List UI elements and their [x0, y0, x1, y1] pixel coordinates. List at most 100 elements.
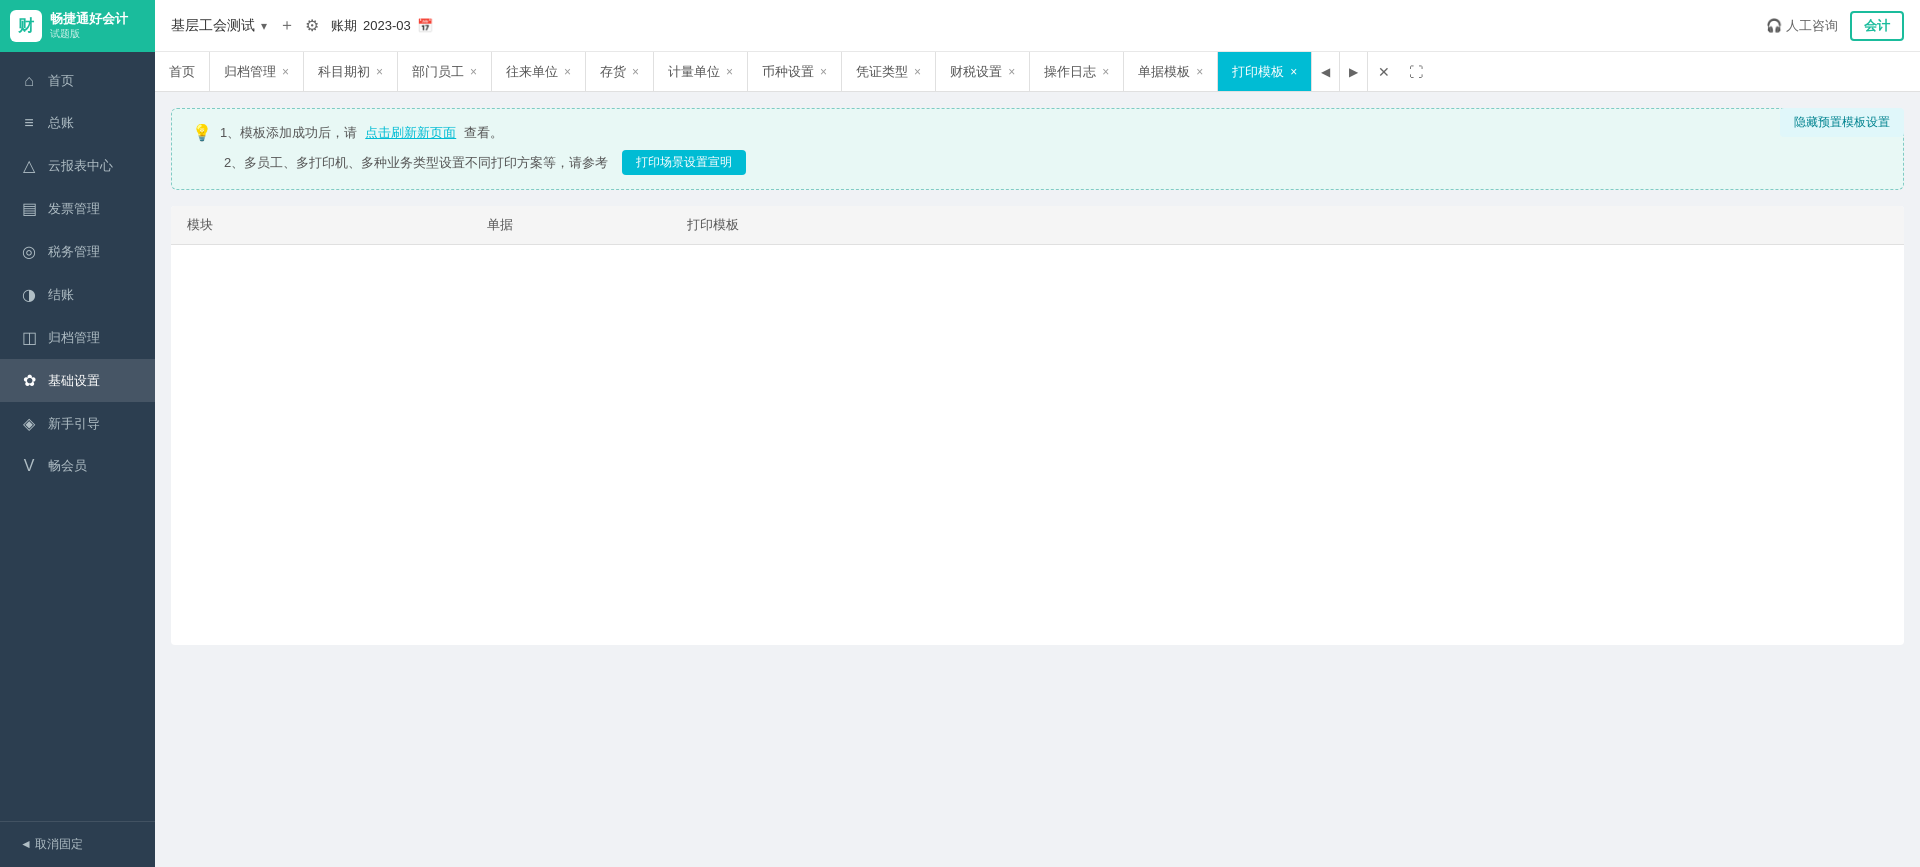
tab-close-operation-log[interactable]: ×	[1102, 65, 1109, 79]
tab-label: 归档管理	[224, 63, 276, 81]
calendar-icon[interactable]: 📅	[417, 18, 433, 33]
hide-template-btn[interactable]: 隐藏预置模板设置	[1780, 108, 1904, 137]
tab-label: 打印模板	[1232, 63, 1284, 81]
tab-scroll-left[interactable]: ◀	[1312, 52, 1340, 91]
tab-scroll-right[interactable]: ▶	[1340, 52, 1368, 91]
sidebar-unpin[interactable]: ◄ 取消固定	[0, 821, 155, 867]
tab-tax-settings[interactable]: 财税设置 ×	[936, 52, 1030, 91]
period-display: 账期 2023-03 📅	[331, 17, 433, 35]
service-label: 人工咨询	[1786, 17, 1838, 35]
info-text-1-pre: 1、模板添加成功后，请	[220, 124, 357, 142]
topbar-action-buttons: ＋ ⚙	[279, 15, 319, 36]
sidebar-label-reports: 云报表中心	[48, 157, 113, 175]
sidebar-item-tax[interactable]: ◎ 税务管理	[0, 230, 155, 273]
tab-close-single-voucher[interactable]: ×	[1196, 65, 1203, 79]
service-button[interactable]: 🎧 人工咨询	[1766, 17, 1838, 35]
sidebar-label-guide: 新手引导	[48, 415, 100, 433]
sidebar-item-ledger[interactable]: ≡ 总账	[0, 102, 155, 144]
print-scene-btn[interactable]: 打印场景设置宣明	[622, 150, 746, 175]
sidebar-icon-close: ◑	[20, 285, 38, 304]
tabbar: 首页 归档管理 × 科目期初 × 部门员工 × 往来单位 × 存货 × 计量单位…	[155, 52, 1920, 92]
tab-close-unit[interactable]: ×	[726, 65, 733, 79]
logo-subtitle: 试题版	[50, 27, 128, 41]
sidebar-label-ledger: 总账	[48, 114, 74, 132]
tab-subject-period[interactable]: 科目期初 ×	[304, 52, 398, 91]
tab-close-dept-staff[interactable]: ×	[470, 65, 477, 79]
period-value: 2023-03	[363, 18, 411, 33]
tab-label: 凭证类型	[856, 63, 908, 81]
tab-close-archive-mgmt[interactable]: ×	[282, 65, 289, 79]
tab-label: 币种设置	[762, 63, 814, 81]
kuaiji-button[interactable]: 会计	[1850, 11, 1904, 41]
info-box: 💡 1、模板添加成功后，请 点击刷新新页面 查看。 2、多员工、多打印机、多种业…	[171, 108, 1904, 190]
tab-close-contact[interactable]: ×	[564, 65, 571, 79]
sidebar-navigation: ⌂ 首页 ≡ 总账 △ 云报表中心 ▤ 发票管理 ◎ 税务管理 ◑ 结账 ◫ 归…	[0, 52, 155, 821]
tab-operation-log[interactable]: 操作日志 ×	[1030, 52, 1124, 91]
bulb-icon: 💡	[192, 123, 212, 142]
sidebar-icon-reports: △	[20, 156, 38, 175]
sidebar-icon-home: ⌂	[20, 72, 38, 90]
sidebar-icon-invoice: ▤	[20, 199, 38, 218]
sidebar-item-guide[interactable]: ◈ 新手引导	[0, 402, 155, 445]
tab-label: 单据模板	[1138, 63, 1190, 81]
tab-home[interactable]: 首页	[155, 52, 210, 91]
content-wrapper: 隐藏预置模板设置 💡 1、模板添加成功后，请 点击刷新新页面 查看。 2、多员工…	[171, 108, 1904, 645]
unpin-label: ◄ 取消固定	[20, 836, 83, 853]
sidebar-item-reports[interactable]: △ 云报表中心	[0, 144, 155, 187]
company-dropdown-icon[interactable]: ▾	[261, 19, 267, 33]
sidebar-label-archive: 归档管理	[48, 329, 100, 347]
info-text-1-post: 查看。	[464, 124, 503, 142]
tab-close-print-template[interactable]: ×	[1290, 65, 1297, 79]
sidebar-item-member[interactable]: V 畅会员	[0, 445, 155, 487]
sidebar-icon-archive: ◫	[20, 328, 38, 347]
main-area: 基层工会测试 ▾ ＋ ⚙ 账期 2023-03 📅 🎧 人工咨询 会计 首页 归…	[155, 0, 1920, 867]
sidebar-label-tax: 税务管理	[48, 243, 100, 261]
tab-unit[interactable]: 计量单位 ×	[654, 52, 748, 91]
tab-label: 科目期初	[318, 63, 370, 81]
company-selector[interactable]: 基层工会测试 ▾	[171, 17, 267, 35]
sidebar-icon-guide: ◈	[20, 414, 38, 433]
tab-close-voucher-type[interactable]: ×	[914, 65, 921, 79]
sidebar-label-settings: 基础设置	[48, 372, 100, 390]
tab-label: 财税设置	[950, 63, 1002, 81]
tab-currency[interactable]: 币种设置 ×	[748, 52, 842, 91]
col-header-module: 模块	[171, 206, 471, 244]
sidebar-item-invoice[interactable]: ▤ 发票管理	[0, 187, 155, 230]
sidebar-label-invoice: 发票管理	[48, 200, 100, 218]
period-label: 账期	[331, 17, 357, 35]
tab-close-tax-settings[interactable]: ×	[1008, 65, 1015, 79]
sidebar-item-settings[interactable]: ✿ 基础设置	[0, 359, 155, 402]
tab-label: 操作日志	[1044, 63, 1096, 81]
add-icon[interactable]: ＋	[279, 15, 295, 36]
sidebar-icon-ledger: ≡	[20, 114, 38, 132]
logo-title: 畅捷通好会计	[50, 11, 128, 28]
sidebar-label-close: 结账	[48, 286, 74, 304]
logo-icon: 财	[10, 10, 42, 42]
tab-close-subject-period[interactable]: ×	[376, 65, 383, 79]
sidebar-item-home[interactable]: ⌂ 首页	[0, 60, 155, 102]
info-text-2-pre: 2、多员工、多打印机、多种业务类型设置不同打印方案等，请参考	[224, 154, 608, 172]
tab-close-all[interactable]: ✕	[1368, 52, 1400, 91]
sidebar-item-close[interactable]: ◑ 结账	[0, 273, 155, 316]
sidebar-item-archive[interactable]: ◫ 归档管理	[0, 316, 155, 359]
tab-voucher-type[interactable]: 凭证类型 ×	[842, 52, 936, 91]
tab-contact[interactable]: 往来单位 ×	[492, 52, 586, 91]
tab-archive-mgmt[interactable]: 归档管理 ×	[210, 52, 304, 91]
print-template-table: 模块 单据 打印模板	[171, 206, 1904, 645]
tab-expand[interactable]: ⛶	[1400, 52, 1432, 91]
tab-dept-staff[interactable]: 部门员工 ×	[398, 52, 492, 91]
tab-close-inventory[interactable]: ×	[632, 65, 639, 79]
tab-close-currency[interactable]: ×	[820, 65, 827, 79]
info-row-1: 💡 1、模板添加成功后，请 点击刷新新页面 查看。	[192, 123, 1743, 142]
content-area: 隐藏预置模板设置 💡 1、模板添加成功后，请 点击刷新新页面 查看。 2、多员工…	[155, 92, 1920, 867]
settings-icon[interactable]: ⚙	[305, 16, 319, 35]
refresh-link[interactable]: 点击刷新新页面	[365, 124, 456, 142]
tab-print-template[interactable]: 打印模板 ×	[1218, 52, 1312, 91]
sidebar-icon-settings: ✿	[20, 371, 38, 390]
col-header-document: 单据	[471, 206, 671, 244]
tab-label: 计量单位	[668, 63, 720, 81]
tab-label: 存货	[600, 63, 626, 81]
tab-single-voucher[interactable]: 单据模板 ×	[1124, 52, 1218, 91]
tab-inventory[interactable]: 存货 ×	[586, 52, 654, 91]
headset-icon: 🎧	[1766, 18, 1782, 33]
